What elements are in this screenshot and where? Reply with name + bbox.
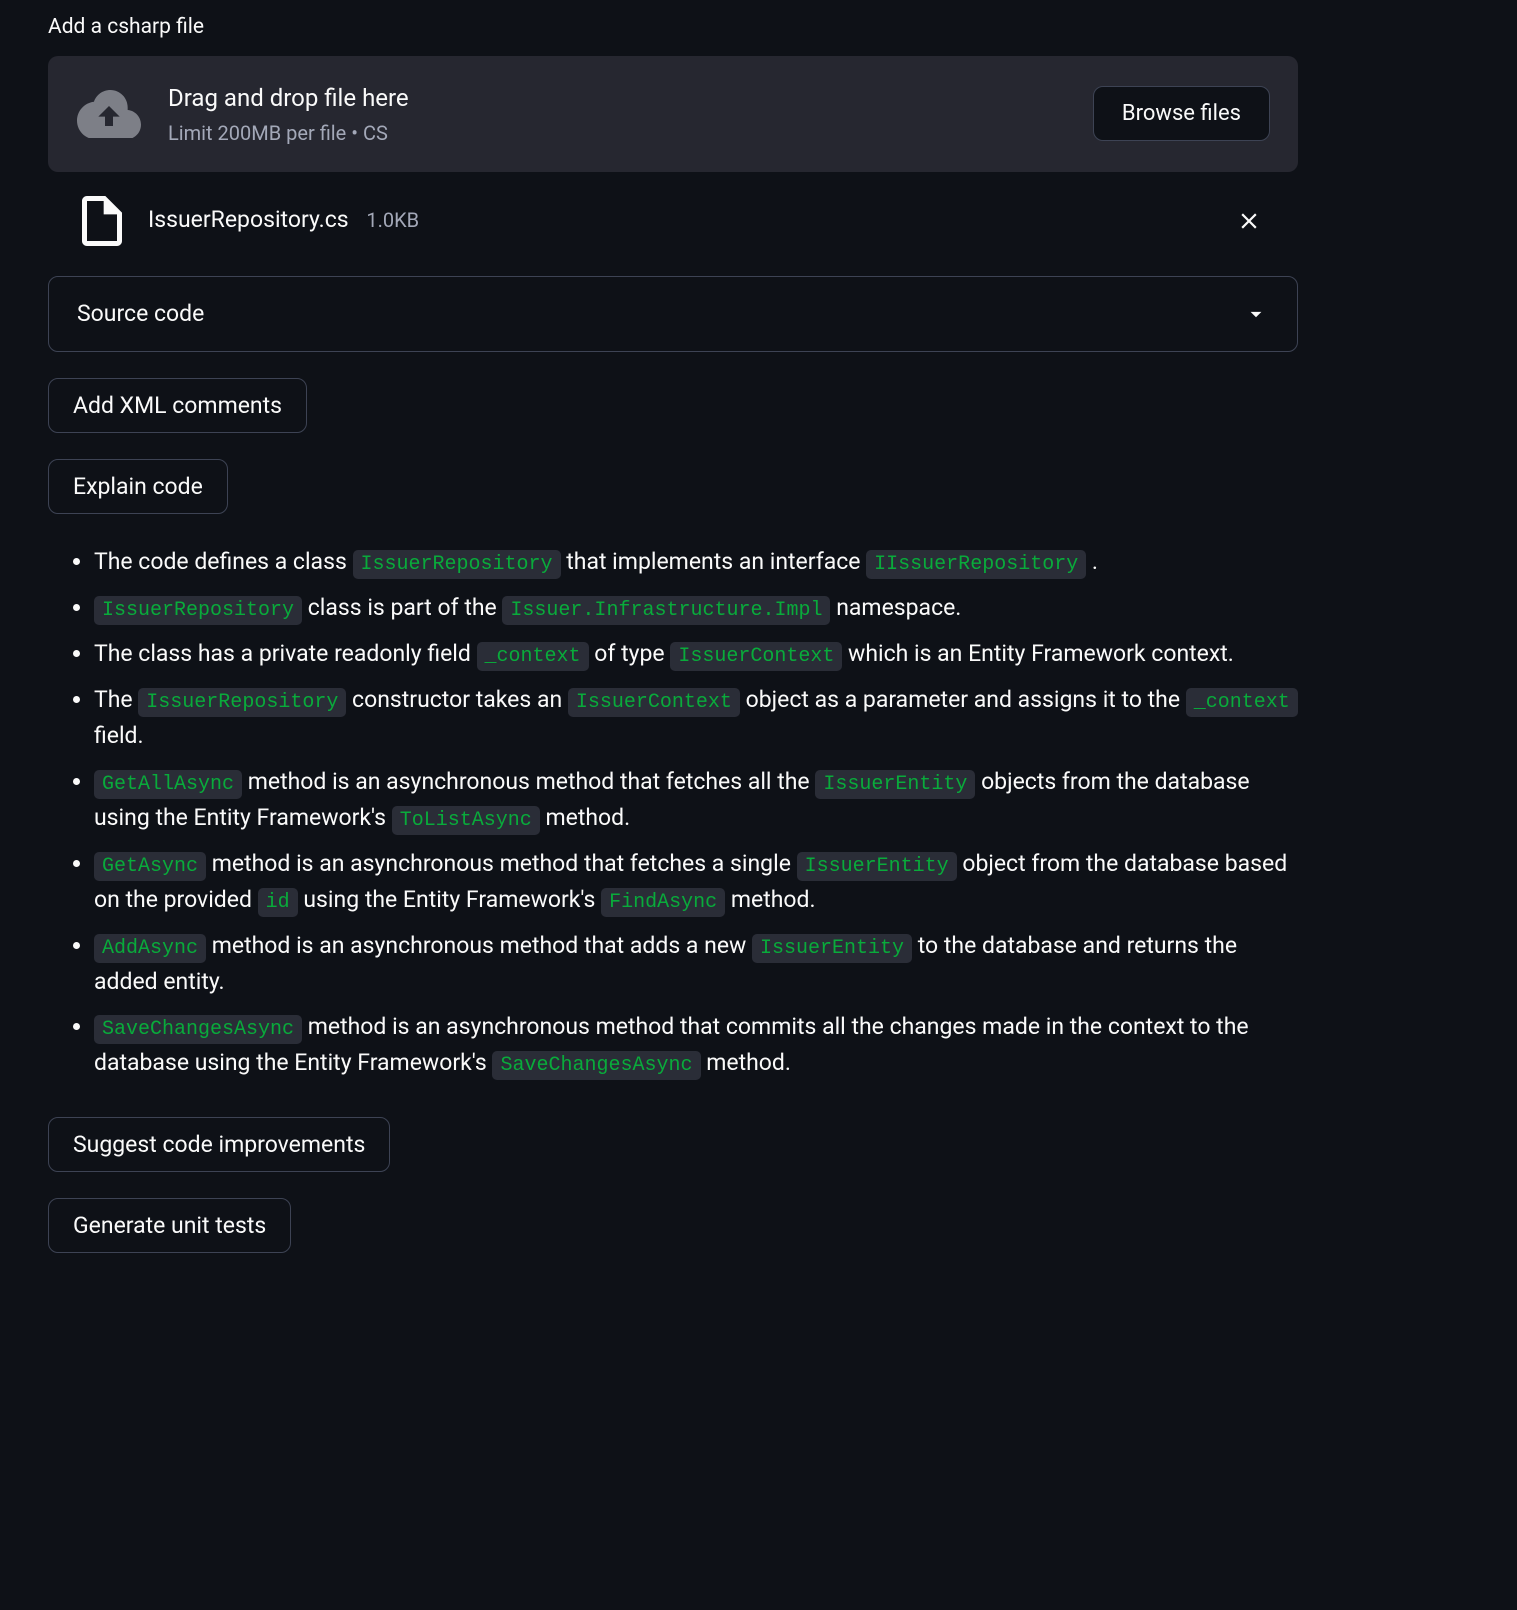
code-token: _context — [477, 642, 589, 671]
chevron-down-icon — [1243, 301, 1269, 327]
code-token: FindAsync — [601, 888, 725, 917]
dropzone-limit: Limit 200MB per file • CS — [168, 118, 1067, 148]
code-token: _context — [1186, 688, 1298, 717]
code-token: GetAllAsync — [94, 770, 242, 799]
code-token: IssuerContext — [568, 688, 740, 717]
explanation-item: SaveChangesAsync method is an asynchrono… — [94, 1009, 1298, 1081]
explanation-item: IssuerRepository class is part of the Is… — [94, 590, 1298, 626]
uploader-label: Add a csharp file — [48, 12, 1469, 44]
explanation-output: The code defines a class IssuerRepositor… — [48, 544, 1298, 1081]
dropzone-text: Drag and drop file here Limit 200MB per … — [168, 80, 1067, 148]
explanation-list: The code defines a class IssuerRepositor… — [48, 544, 1298, 1081]
add-xml-comments-button[interactable]: Add XML comments — [48, 378, 307, 433]
source-code-expander[interactable]: Source code — [48, 276, 1298, 353]
code-token: IssuerRepository — [353, 550, 561, 579]
code-token: IssuerContext — [670, 642, 842, 671]
code-token: SaveChangesAsync — [94, 1015, 302, 1044]
file-dropzone[interactable]: Drag and drop file here Limit 200MB per … — [48, 56, 1298, 172]
code-token: IssuerRepository — [94, 596, 302, 625]
file-size: 1.0KB — [366, 208, 419, 232]
file-info: IssuerRepository.cs 1.0KB — [148, 203, 419, 238]
code-token: IIssuerRepository — [866, 550, 1086, 579]
generate-unit-tests-button[interactable]: Generate unit tests — [48, 1198, 291, 1253]
close-icon — [1236, 208, 1262, 234]
code-token: id — [258, 888, 298, 917]
code-token: IssuerEntity — [752, 934, 912, 963]
code-token: IssuerEntity — [815, 770, 975, 799]
explanation-item: The IssuerRepository constructor takes a… — [94, 682, 1298, 754]
explanation-item: The class has a private readonly field _… — [94, 636, 1298, 672]
dropzone-title: Drag and drop file here — [168, 80, 1067, 116]
code-token: AddAsync — [94, 934, 206, 963]
uploaded-file-row: IssuerRepository.cs 1.0KB — [48, 172, 1298, 270]
code-token: GetAsync — [94, 852, 206, 881]
explanation-item: GetAsync method is an asynchronous metho… — [94, 846, 1298, 918]
explain-code-button[interactable]: Explain code — [48, 459, 228, 514]
file-name: IssuerRepository.cs — [148, 206, 349, 233]
remove-file-button[interactable] — [1230, 202, 1268, 240]
code-token: SaveChangesAsync — [492, 1051, 700, 1080]
code-token: IssuerRepository — [138, 688, 346, 717]
code-token: ToListAsync — [392, 806, 540, 835]
code-token: IssuerEntity — [797, 852, 957, 881]
explanation-item: GetAllAsync method is an asynchronous me… — [94, 764, 1298, 836]
expander-label: Source code — [77, 297, 204, 332]
cloud-upload-icon — [76, 90, 142, 138]
code-token: Issuer.Infrastructure.Impl — [502, 596, 830, 625]
explanation-item: The code defines a class IssuerRepositor… — [94, 544, 1298, 580]
explanation-item: AddAsync method is an asynchronous metho… — [94, 928, 1298, 1000]
browse-files-button[interactable]: Browse files — [1093, 86, 1270, 141]
file-icon — [82, 196, 122, 246]
suggest-improvements-button[interactable]: Suggest code improvements — [48, 1117, 390, 1172]
